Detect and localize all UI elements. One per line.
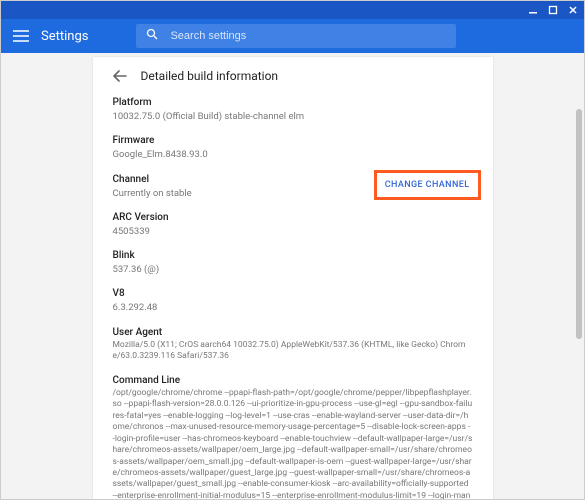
- blink-value: 537.36 (@): [113, 263, 473, 276]
- arc-value: 4505339: [113, 225, 473, 238]
- user-agent-label: User Agent: [113, 327, 473, 338]
- user-agent-value: Mozilla/5.0 (X11; CrOS aarch64 10032.75.…: [113, 340, 473, 363]
- close-icon[interactable]: [568, 5, 578, 15]
- detail-card: Detailed build information Platform 1003…: [93, 57, 493, 499]
- window-titlebar: [1, 1, 584, 19]
- v8-value: 6.3.292.48: [113, 301, 473, 314]
- back-icon[interactable]: [113, 69, 127, 83]
- content-area: Detailed build information Platform 1003…: [1, 53, 584, 499]
- maximize-icon[interactable]: [548, 5, 558, 15]
- firmware-value: Google_Elm.8438.93.0: [113, 148, 473, 161]
- search-input[interactable]: [168, 29, 446, 43]
- search-box[interactable]: [136, 24, 456, 48]
- cmdline-label: Command Line: [113, 375, 473, 386]
- change-channel-button[interactable]: CHANGE CHANNEL: [374, 170, 481, 200]
- platform-value: 10032.75.0 (Official Build) stable-chann…: [113, 110, 473, 123]
- blink-label: Blink: [113, 250, 473, 261]
- scrollbar-thumb[interactable]: [576, 109, 582, 339]
- app-title: Settings: [41, 29, 88, 44]
- search-icon: [146, 28, 158, 44]
- arc-label: ARC Version: [113, 212, 473, 223]
- scrollbar-track[interactable]: [576, 109, 582, 499]
- page-title: Detailed build information: [141, 69, 279, 83]
- v8-label: V8: [113, 288, 473, 299]
- firmware-label: Firmware: [113, 135, 473, 146]
- platform-label: Platform: [113, 97, 473, 108]
- app-header: Settings: [1, 19, 584, 53]
- minimize-icon[interactable]: [528, 5, 538, 15]
- menu-icon[interactable]: [1, 30, 41, 42]
- cmdline-value: /opt/google/chrome/chrome --ppapi-flash-…: [113, 388, 473, 499]
